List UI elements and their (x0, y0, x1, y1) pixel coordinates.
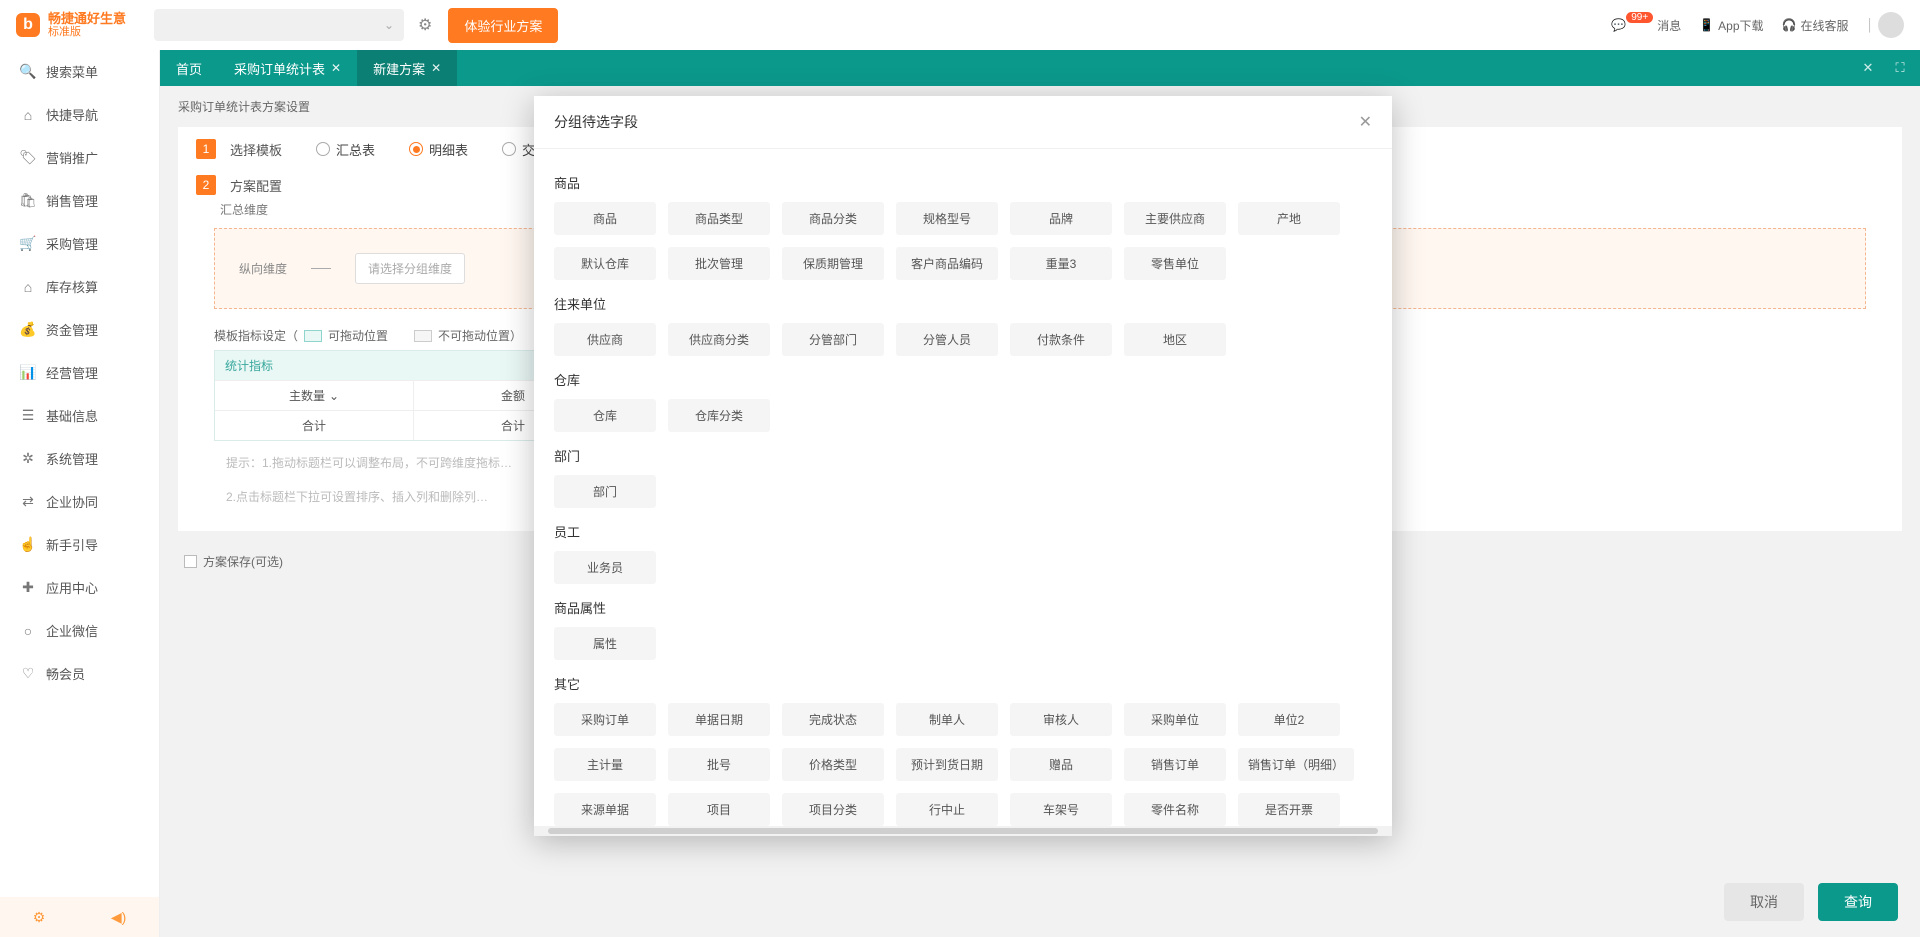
field-chip[interactable]: 仓库分类 (668, 399, 770, 432)
field-chip[interactable]: 付款条件 (1010, 323, 1112, 356)
field-chip[interactable]: 审核人 (1010, 703, 1112, 736)
chip-group: 业务员 (554, 551, 1372, 584)
field-chip[interactable]: 项目 (668, 793, 770, 826)
group-title: 往来单位 (554, 294, 1372, 313)
field-chip[interactable]: 供应商 (554, 323, 656, 356)
field-chip[interactable]: 商品分类 (782, 202, 884, 235)
h-scrollbar[interactable] (534, 826, 1392, 836)
field-chip[interactable]: 车架号 (1010, 793, 1112, 826)
field-chip[interactable]: 单据日期 (668, 703, 770, 736)
chip-group: 采购订单单据日期完成状态制单人审核人采购单位单位2 主计量批号价格类型预计到货日期… (554, 703, 1372, 826)
modal-body: 商品商品商品类型商品分类规格型号品牌主要供应商产地默认仓库批次管理保质期管理客户… (534, 149, 1392, 826)
field-chip[interactable]: 业务员 (554, 551, 656, 584)
group-title: 部门 (554, 446, 1372, 465)
field-chip[interactable]: 产地 (1238, 202, 1340, 235)
field-chip[interactable]: 来源单据 (554, 793, 656, 826)
chip-group: 供应商供应商分类分管部门分管人员付款条件地区 (554, 323, 1372, 356)
field-chip[interactable]: 采购订单 (554, 703, 656, 736)
field-chip[interactable]: 供应商分类 (668, 323, 770, 356)
field-chip[interactable]: 是否开票 (1238, 793, 1340, 826)
field-chip[interactable]: 默认仓库 (554, 247, 656, 280)
close-icon[interactable]: ✕ (1359, 112, 1372, 132)
chip-group: 商品商品类型商品分类规格型号品牌主要供应商产地默认仓库批次管理保质期管理客户商品… (554, 202, 1372, 280)
field-chip[interactable]: 重量3 (1010, 247, 1112, 280)
field-chip[interactable]: 项目分类 (782, 793, 884, 826)
field-chip[interactable]: 销售订单 (1124, 748, 1226, 781)
field-chip[interactable]: 主要供应商 (1124, 202, 1226, 235)
field-chip[interactable]: 规格型号 (896, 202, 998, 235)
field-chip[interactable]: 商品类型 (668, 202, 770, 235)
field-chip[interactable]: 品牌 (1010, 202, 1112, 235)
field-chip[interactable]: 单位2 (1238, 703, 1340, 736)
field-chip[interactable]: 零售单位 (1124, 247, 1226, 280)
group-title: 员工 (554, 522, 1372, 541)
field-chip[interactable]: 价格类型 (782, 748, 884, 781)
chip-group: 部门 (554, 475, 1372, 508)
chip-group: 仓库仓库分类 (554, 399, 1372, 432)
field-chip[interactable]: 行中止 (896, 793, 998, 826)
field-chip[interactable]: 保质期管理 (782, 247, 884, 280)
field-picker-modal: 分组待选字段 ✕ 商品商品商品类型商品分类规格型号品牌主要供应商产地默认仓库批次… (534, 96, 1392, 836)
field-chip[interactable]: 赠品 (1010, 748, 1112, 781)
group-title: 商品 (554, 173, 1372, 192)
field-chip[interactable]: 分管人员 (896, 323, 998, 356)
field-chip[interactable]: 完成状态 (782, 703, 884, 736)
field-chip[interactable]: 属性 (554, 627, 656, 660)
field-chip[interactable]: 商品 (554, 202, 656, 235)
group-title: 商品属性 (554, 598, 1372, 617)
field-chip[interactable]: 地区 (1124, 323, 1226, 356)
field-chip[interactable]: 制单人 (896, 703, 998, 736)
field-chip[interactable]: 部门 (554, 475, 656, 508)
field-chip[interactable]: 销售订单（明细） (1238, 748, 1354, 781)
field-chip[interactable]: 采购单位 (1124, 703, 1226, 736)
group-title: 仓库 (554, 370, 1372, 389)
modal-title: 分组待选字段 (554, 112, 638, 132)
field-chip[interactable]: 批号 (668, 748, 770, 781)
chip-group: 属性 (554, 627, 1372, 660)
field-chip[interactable]: 预计到货日期 (896, 748, 998, 781)
field-chip[interactable]: 分管部门 (782, 323, 884, 356)
field-chip[interactable]: 零件名称 (1124, 793, 1226, 826)
field-chip[interactable]: 仓库 (554, 399, 656, 432)
field-chip[interactable]: 客户商品编码 (896, 247, 998, 280)
field-chip[interactable]: 批次管理 (668, 247, 770, 280)
group-title: 其它 (554, 674, 1372, 693)
field-chip[interactable]: 主计量 (554, 748, 656, 781)
